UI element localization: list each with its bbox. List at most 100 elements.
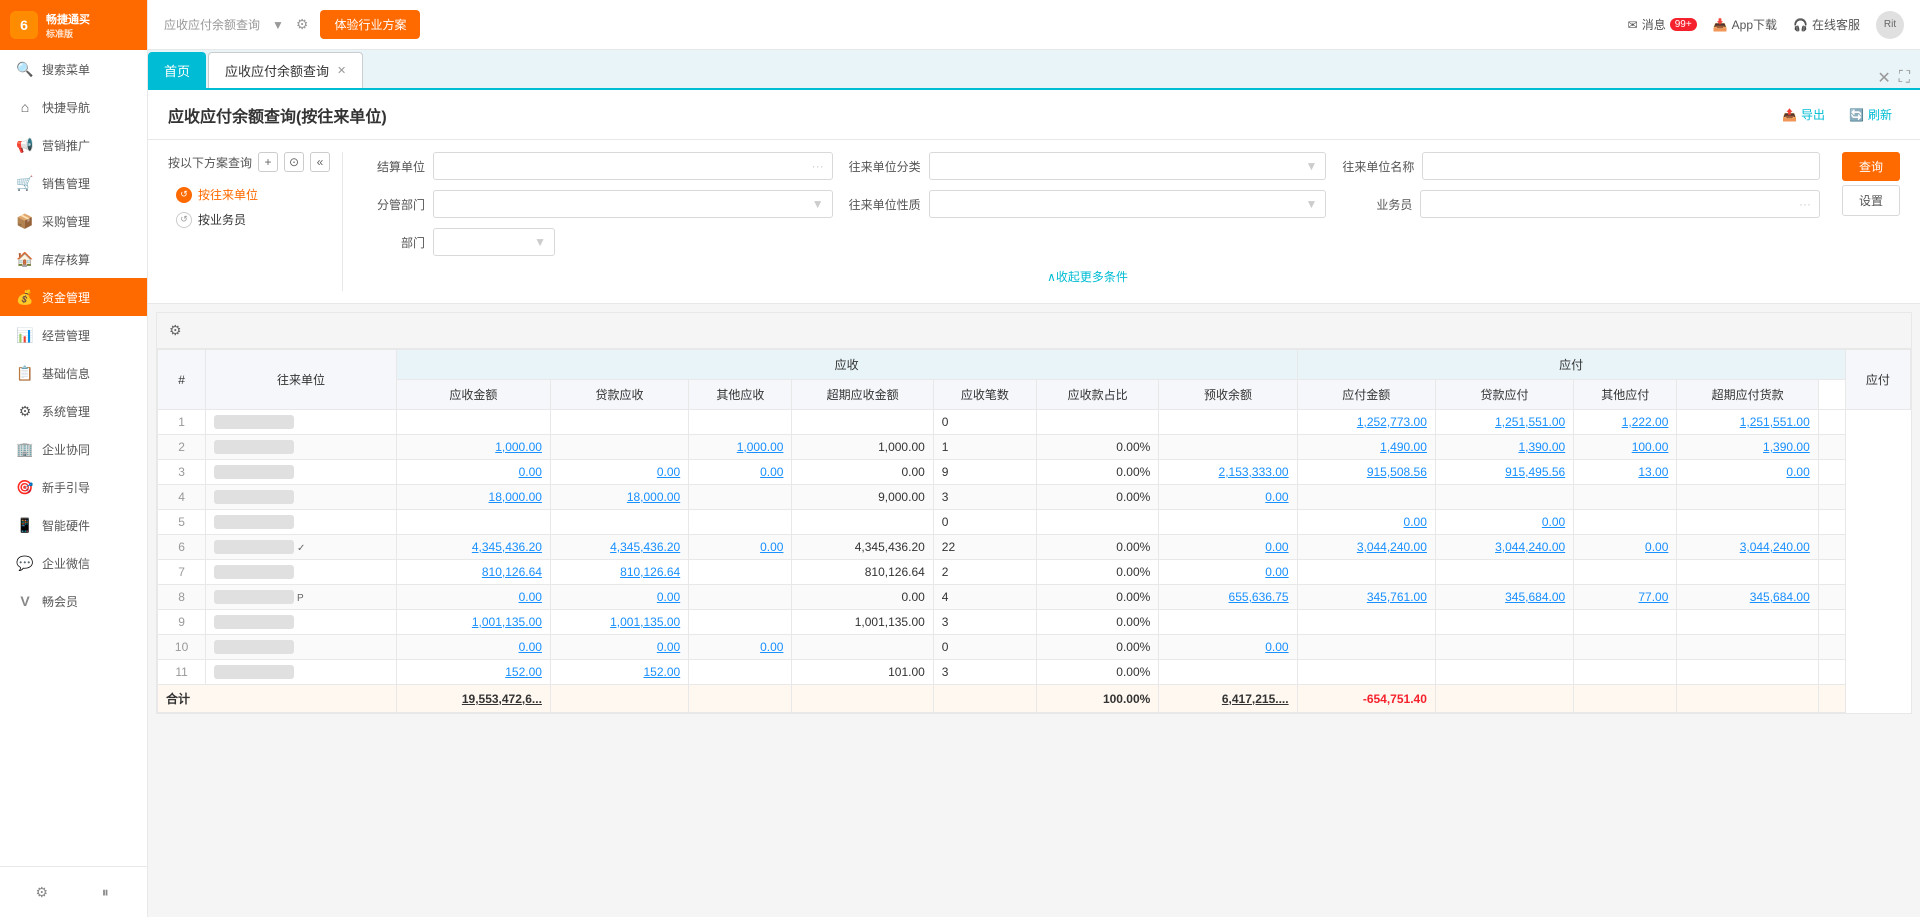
sidebar-item-search-menu[interactable]: 🔍 搜索菜单 xyxy=(0,50,147,88)
message-badge: 99+ xyxy=(1670,18,1697,31)
field-settlement-unit: 结算单位 ··· xyxy=(355,152,833,180)
setting-btn[interactable]: 设置 xyxy=(1842,185,1900,216)
sidebar-item-sales[interactable]: 🛒 销售管理 xyxy=(0,164,147,202)
sidebar-item-system[interactable]: ⚙ 系统管理 xyxy=(0,392,147,430)
col-header-ar-count: 应收笔数 xyxy=(933,380,1036,410)
page-header: 应收应付余额查询(按往来单位) 📤 导出 🔄 刷新 xyxy=(148,90,1920,140)
sidebar-item-quick-nav[interactable]: ⌂ 快捷导航 xyxy=(0,88,147,126)
partner-name: P xyxy=(206,585,397,610)
partner-name xyxy=(206,410,397,435)
summary-ar-prepay[interactable]: 6,417,215.... xyxy=(1159,685,1297,713)
purchase-icon: 📦 xyxy=(16,212,34,230)
sidebar-item-basic-info[interactable]: 📋 基础信息 xyxy=(0,354,147,392)
unit-nature-input[interactable]: ▼ xyxy=(929,190,1327,218)
dept-manager-input[interactable]: ▼ xyxy=(433,190,833,218)
tab-maximize-icon[interactable]: ⛶ xyxy=(1899,69,1910,87)
page-title: 应收应付余额查询(按往来单位) xyxy=(168,103,387,127)
user-avatar[interactable]: Rit xyxy=(1876,11,1904,39)
enterprise-icon: 🏢 xyxy=(16,440,34,458)
partner-name xyxy=(206,610,397,635)
summary-ar-amount[interactable]: 19,553,472,6... xyxy=(396,685,550,713)
field-dept: 部门 ▼ xyxy=(355,228,555,256)
col-header-ap-other: 其他应付 xyxy=(1574,380,1677,410)
export-btn[interactable]: 📤 导出 xyxy=(1774,102,1833,127)
query-nav-by-salesman[interactable]: ↺ 按业务员 xyxy=(168,207,330,232)
query-btn[interactable]: 查询 xyxy=(1842,152,1900,181)
partner-name xyxy=(206,560,397,585)
partner-name xyxy=(206,485,397,510)
sidebar-item-purchase[interactable]: 📦 采购管理 xyxy=(0,202,147,240)
nav-dot-icon: ↺ xyxy=(176,187,192,203)
collapse-icon: ∧ xyxy=(1047,270,1056,284)
app-logo: 6 畅捷通买 标准版 xyxy=(0,0,147,50)
unit-category-input[interactable]: ▼ xyxy=(929,152,1327,180)
table-toolbar: ⚙ xyxy=(157,313,1911,349)
query-settings-btn[interactable]: ⊙ xyxy=(284,152,304,172)
sidebar-item-vip[interactable]: V 畅会员 xyxy=(0,582,147,620)
sidebar-item-smart-hw[interactable]: 📱 智能硬件 xyxy=(0,506,147,544)
sidebar-item-guide[interactable]: 🎯 新手引导 xyxy=(0,468,147,506)
settlement-unit-input[interactable]: ··· xyxy=(433,152,833,180)
app-download-btn[interactable]: 📥 App下载 xyxy=(1713,16,1777,33)
solution-button[interactable]: 体验行业方案 xyxy=(320,10,420,39)
tab-ar-ap-query[interactable]: 应收应付余额查询 ✕ xyxy=(208,52,363,88)
col-header-ar-other: 其他应收 xyxy=(689,380,792,410)
col-header-partner: 往来单位 xyxy=(206,350,397,410)
col-header-ar-prepay: 预收余额 xyxy=(1159,380,1297,410)
sidebar-item-enterprise[interactable]: 🏢 企业协同 xyxy=(0,430,147,468)
breadcrumb-dropdown-icon[interactable]: ▼ xyxy=(272,18,284,32)
settings-icon[interactable]: ⚙ xyxy=(296,16,309,33)
query-collapse-btn[interactable]: « xyxy=(310,152,330,172)
service-icon: 🎧 xyxy=(1793,18,1808,32)
online-service-btn[interactable]: 🎧 在线客服 xyxy=(1793,16,1860,33)
export-icon: 📤 xyxy=(1782,108,1797,122)
table-row: 8 P0.000.000.0040.00%655,636.75345,761.0… xyxy=(158,585,1911,610)
logo-icon: 6 xyxy=(10,11,38,39)
col-group-ar: 应收 xyxy=(396,350,1297,380)
field-dept-manager: 分管部门 ▼ xyxy=(355,190,833,218)
main-content: 应收应付余额查询 ▼ ⚙ 体验行业方案 ✉ 消息 99+ 📥 App下载 🎧 在… xyxy=(148,0,1920,917)
tab-close-window-icon[interactable]: ✕ xyxy=(1877,68,1890,88)
top-bar: 应收应付余额查询 ▼ ⚙ 体验行业方案 ✉ 消息 99+ 📥 App下载 🎧 在… xyxy=(148,0,1920,50)
sidebar-nav: 🔍 搜索菜单 ⌂ 快捷导航 📢 营销推广 🛒 销售管理 📦 采购管理 🏠 xyxy=(0,50,147,866)
field-salesman: 业务员 ··· xyxy=(1342,190,1820,218)
salesman-input[interactable]: ··· xyxy=(1420,190,1820,218)
collapse-bar[interactable]: ∧ 收起更多条件 xyxy=(355,262,1820,291)
message-btn[interactable]: ✉ 消息 99+ xyxy=(1628,16,1697,33)
field-unit-nature: 往来单位性质 ▼ xyxy=(849,190,1327,218)
sidebar-item-inventory[interactable]: 🏠 库存核算 xyxy=(0,240,147,278)
partner-name xyxy=(206,460,397,485)
table-settings-icon[interactable]: ⚙ xyxy=(169,322,182,339)
tab-home[interactable]: 首页 xyxy=(148,52,206,88)
finance-icon: 💰 xyxy=(16,288,34,306)
tab-close-icon[interactable]: ✕ xyxy=(337,64,346,77)
dept-input[interactable]: ▼ xyxy=(433,228,555,256)
message-icon: ✉ xyxy=(1628,18,1638,32)
collapse-sidebar-btn[interactable]: ⏸ xyxy=(90,877,120,907)
summary-ar-count xyxy=(933,685,1036,713)
summary-row: 合计 19,553,472,6... 100.00% 6,417,215....… xyxy=(158,685,1911,713)
summary-ar-other xyxy=(689,685,792,713)
unit-name-input[interactable] xyxy=(1422,152,1820,180)
table-row: 3 0.000.000.000.0090.00%2,153,333.00915,… xyxy=(158,460,1911,485)
sidebar-item-wechat[interactable]: 💬 企业微信 xyxy=(0,544,147,582)
query-nav-by-unit[interactable]: ↺ 按往来单位 xyxy=(168,182,330,207)
smart-hw-icon: 📱 xyxy=(16,516,34,534)
table-row: 2 1,000.001,000.001,000.0010.00%1,490.00… xyxy=(158,435,1911,460)
summary-ap-amount: -654,751.40 xyxy=(1297,685,1435,713)
partner-name xyxy=(206,435,397,460)
col-header-ar-loan: 贷款应收 xyxy=(550,380,688,410)
summary-ar-ratio: 100.00% xyxy=(1037,685,1159,713)
sidebar-item-operations[interactable]: 📊 经营管理 xyxy=(0,316,147,354)
sidebar-item-marketing[interactable]: 📢 营销推广 xyxy=(0,126,147,164)
table-row: 7 810,126.64810,126.64810,126.6420.00%0.… xyxy=(158,560,1911,585)
col-header-ap-amount: 应付金额 xyxy=(1297,380,1435,410)
query-add-btn[interactable]: + xyxy=(258,152,278,172)
field-unit-category: 往来单位分类 ▼ xyxy=(849,152,1327,180)
table-row: 4 18,000.0018,000.009,000.0030.00%0.00 xyxy=(158,485,1911,510)
refresh-btn[interactable]: 🔄 刷新 xyxy=(1841,102,1900,127)
tab-right-actions: ✕ ⛶ xyxy=(1877,68,1920,88)
settings-bottom-btn[interactable]: ⚙ xyxy=(27,877,57,907)
sidebar-item-finance[interactable]: 💰 资金管理 xyxy=(0,278,147,316)
tab-bar: 首页 应收应付余额查询 ✕ ✕ ⛶ xyxy=(148,50,1920,90)
